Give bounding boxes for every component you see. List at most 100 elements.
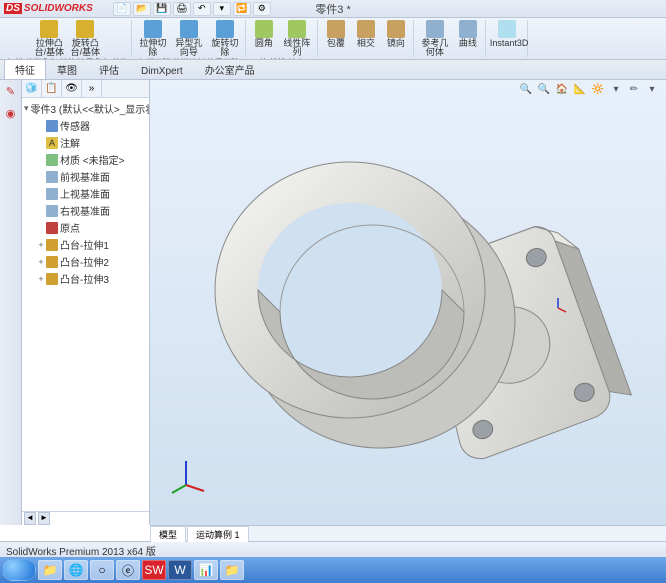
- task-app1-icon[interactable]: ○: [90, 560, 114, 580]
- ribbon-tab[interactable]: DimXpert: [130, 63, 194, 79]
- task-app2-icon[interactable]: 📊: [194, 560, 218, 580]
- qat-new-icon[interactable]: 📄: [113, 2, 131, 16]
- ribbon-tab[interactable]: 草图: [46, 59, 88, 79]
- tree-item[interactable]: 前视基准面: [36, 168, 147, 185]
- scroll-left-icon[interactable]: ◄: [24, 512, 36, 525]
- tree-item[interactable]: 材质 <未指定>: [36, 151, 147, 168]
- 3d-viewport[interactable]: 🔍🔍🏠📐🔆▾✏▾: [150, 80, 666, 525]
- tree-tab-config-icon[interactable]: 📋: [42, 80, 62, 97]
- task-app3-icon[interactable]: 📁: [220, 560, 244, 580]
- tree-item-icon: [46, 222, 58, 234]
- tree-item[interactable]: + 凸台-拉伸2: [36, 253, 147, 270]
- part-render: [170, 130, 640, 510]
- view-tool-icon[interactable]: 🔍: [518, 82, 534, 98]
- ribbon-button[interactable]: Instant3D: [490, 20, 524, 48]
- ribbon-group: 拉伸凸台/基体旋转凸台/基体扫描 放样凸台/基体 边界凸台/基体: [4, 20, 132, 57]
- tree-item-label: 原点: [60, 220, 80, 235]
- ribbon-button-icon: [327, 20, 345, 38]
- view-tool-icon[interactable]: ✏: [626, 82, 642, 98]
- tree-item[interactable]: A注解: [36, 134, 147, 151]
- view-tool-icon[interactable]: 🏠: [554, 82, 570, 98]
- bottom-tab[interactable]: 运动算例 1: [187, 526, 249, 542]
- tree-tab-more-icon[interactable]: »: [82, 80, 102, 97]
- ribbon-button-label: Instant3D: [490, 39, 524, 48]
- collapse-icon[interactable]: ▾: [24, 103, 29, 114]
- ribbon-button[interactable]: 包覆: [322, 20, 350, 48]
- qat-options-icon[interactable]: ⚙: [253, 2, 271, 16]
- expand-icon[interactable]: +: [36, 274, 46, 284]
- view-tool-icon[interactable]: 🔍: [536, 82, 552, 98]
- feature-tree-panel: 🧊 📋 👁 » ▾ 零件3 (默认<<默认>_显示状态 传感器A注解材质 <未指…: [22, 80, 150, 525]
- qat-save-icon[interactable]: 💾: [153, 2, 171, 16]
- view-tool-icon[interactable]: 📐: [572, 82, 588, 98]
- ribbon-button-label: 参考几何体: [418, 39, 452, 57]
- tree-tab-feature-icon[interactable]: 🧊: [22, 80, 42, 97]
- view-tool-icon[interactable]: ▾: [608, 82, 624, 98]
- view-tool-icon[interactable]: ▾: [644, 82, 660, 98]
- tree-root[interactable]: ▾ 零件3 (默认<<默认>_显示状态: [24, 100, 147, 117]
- ribbon-button-label: 异型孔向导: [172, 39, 206, 57]
- ribbon-button[interactable]: 旋转切除: [208, 20, 242, 57]
- ribbon-tab[interactable]: 特征: [4, 59, 46, 79]
- ribbon-button[interactable]: 异型孔向导: [172, 20, 206, 57]
- tree-item[interactable]: 右视基准面: [36, 202, 147, 219]
- tree-tabs: 🧊 📋 👁 »: [22, 80, 149, 98]
- tree-item[interactable]: +凸台-拉伸1: [36, 236, 147, 253]
- tree-item-icon: [46, 273, 58, 285]
- ribbon-tab[interactable]: 办公室产品: [194, 59, 266, 79]
- tree-item-icon: A: [46, 137, 58, 149]
- left-sidebar: ✎ ◉: [0, 80, 22, 525]
- task-explorer-icon[interactable]: 📁: [38, 560, 62, 580]
- ribbon-button[interactable]: 拉伸切除: [136, 20, 170, 57]
- tree-item-icon: [46, 205, 58, 217]
- ribbon-button[interactable]: 圆角: [250, 20, 278, 57]
- bottom-tab[interactable]: 模型: [150, 526, 186, 542]
- tree-item[interactable]: 传感器: [36, 117, 147, 134]
- status-bar: SolidWorks Premium 2013 x64 版: [0, 541, 666, 557]
- quick-access-toolbar: 📄 📂 💾 🖨 ↶ ▾ 🔁 ⚙: [113, 2, 271, 16]
- ribbon-button[interactable]: 旋转凸台/基体: [68, 20, 102, 57]
- qat-print-icon[interactable]: 🖨: [173, 2, 191, 16]
- ribbon-button-icon: [144, 20, 162, 38]
- view-tool-icon[interactable]: 🔆: [590, 82, 606, 98]
- task-ie-icon[interactable]: ⓔ: [116, 560, 140, 580]
- ribbon-group: 拉伸切除异型孔向导旋转切除扫描切除 放样切割 边界切除: [133, 20, 246, 57]
- tree-item[interactable]: 原点: [36, 219, 147, 236]
- qat-open-icon[interactable]: 📂: [133, 2, 151, 16]
- expand-icon[interactable]: +: [36, 257, 46, 267]
- tree-item[interactable]: + 凸台-拉伸3: [36, 270, 147, 287]
- tree-tab-display-icon[interactable]: 👁: [62, 80, 82, 97]
- ribbon-button[interactable]: 相交: [352, 20, 380, 48]
- start-button[interactable]: [2, 559, 36, 581]
- tree-item-label: 上视基准面: [60, 186, 110, 201]
- tree-item-label: 凸台-拉伸3: [60, 271, 109, 286]
- tree-item[interactable]: 上视基准面: [36, 185, 147, 202]
- task-browser-icon[interactable]: 🌐: [64, 560, 88, 580]
- sidebar-sketch-icon[interactable]: ✎: [3, 84, 19, 100]
- ribbon-button-label: 旋转凸台/基体: [68, 39, 102, 57]
- tree-item-label: 凸台-拉伸2: [60, 254, 109, 269]
- ribbon-group: 圆角线性阵列筋 拔模 抽壳: [247, 20, 318, 57]
- ribbon-button[interactable]: 拉伸凸台/基体: [32, 20, 66, 57]
- ribbon-button-label: 相交: [357, 39, 375, 48]
- tree-item-icon: [46, 154, 58, 166]
- ribbon-tab[interactable]: 评估: [88, 59, 130, 79]
- ribbon-button-icon: [255, 20, 273, 38]
- task-sw-icon[interactable]: SW: [142, 560, 166, 580]
- ribbon-button-label: 曲线: [459, 39, 477, 48]
- ribbon-group: 参考几何体曲线: [415, 20, 486, 57]
- ribbon-button[interactable]: 参考几何体: [418, 20, 452, 57]
- expand-icon[interactable]: +: [36, 240, 46, 250]
- title-bar: DSSOLIDWORKS 📄 📂 💾 🖨 ↶ ▾ 🔁 ⚙ 零件3 *: [0, 0, 666, 18]
- task-word-icon[interactable]: W: [168, 560, 192, 580]
- ribbon-button[interactable]: 曲线: [454, 20, 482, 57]
- ribbon-toolbar: 拉伸凸台/基体旋转凸台/基体扫描 放样凸台/基体 边界凸台/基体拉伸切除异型孔向…: [0, 18, 666, 60]
- ribbon-button[interactable]: 线性阵列: [280, 20, 314, 57]
- ribbon-button[interactable]: 镜向: [382, 20, 410, 48]
- sidebar-appearance-icon[interactable]: ◉: [3, 106, 19, 122]
- scroll-right-icon[interactable]: ►: [38, 512, 50, 525]
- tree-item-icon: [46, 239, 58, 251]
- qat-rebuild-icon[interactable]: 🔁: [233, 2, 251, 16]
- qat-undo-icon[interactable]: ↶: [193, 2, 211, 16]
- qat-select-icon[interactable]: ▾: [213, 2, 231, 16]
